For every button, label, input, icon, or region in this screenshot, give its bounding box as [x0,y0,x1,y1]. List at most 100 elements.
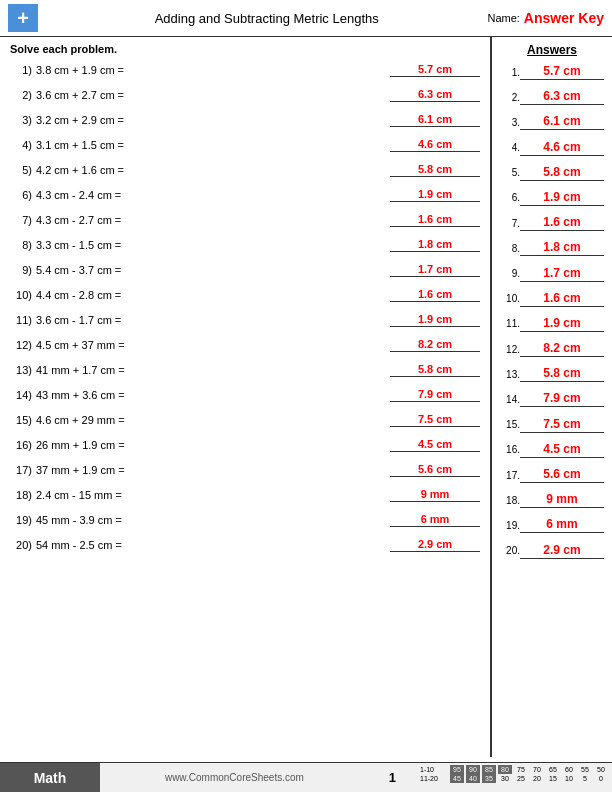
score-val-40: 40 [466,774,480,783]
answer-key-value: 5.6 cm [520,467,604,483]
answer-key-value: 4.5 cm [520,442,604,458]
problem-answer: 1.7 cm [390,263,480,277]
problem-answer: 4.5 cm [390,438,480,452]
score-val-65: 65 [546,765,560,774]
problem-text: 3.2 cm + 2.9 cm = [32,114,390,126]
name-label: Name: [487,12,519,24]
answer-key-value: 8.2 cm [520,341,604,357]
problem-text: 37 mm + 1.9 cm = [32,464,390,476]
score-val-35: 35 [482,774,496,783]
answer-key-value: 9 mm [520,492,604,508]
score-val-45: 45 [450,774,464,783]
worksheet-title: Adding and Subtracting Metric Lengths [46,11,487,26]
answer-key-row: 10.1.6 cm [500,288,604,310]
problems-section: Solve each problem. 1)3.8 cm + 1.9 cm =5… [0,37,492,757]
problem-number: 2) [10,89,32,101]
answer-key-value: 1.9 cm [520,190,604,206]
answer-key-value: 1.8 cm [520,240,604,256]
problem-row: 8)3.3 cm - 1.5 cm =1.8 cm [10,234,480,256]
answer-key-number: 4. [500,142,520,153]
problem-row: 17)37 mm + 1.9 cm =5.6 cm [10,459,480,481]
problem-row: 3)3.2 cm + 2.9 cm =6.1 cm [10,109,480,131]
problem-text: 3.1 cm + 1.5 cm = [32,139,390,151]
answer-key-row: 5.5.8 cm [500,162,604,184]
problem-number: 7) [10,214,32,226]
problem-number: 4) [10,139,32,151]
problem-answer: 6.1 cm [390,113,480,127]
answer-key-number: 7. [500,218,520,229]
answer-key-row: 17.5.6 cm [500,464,604,486]
problem-text: 4.2 cm + 1.6 cm = [32,164,390,176]
footer-page-number: 1 [369,763,416,792]
score-val-30: 30 [498,774,512,783]
answer-key-row: 15.7.5 cm [500,414,604,436]
answer-key-value: 6 mm [520,517,604,533]
problem-number: 12) [10,339,32,351]
answer-key-number: 1. [500,67,520,78]
problem-number: 17) [10,464,32,476]
problem-number: 8) [10,239,32,251]
problem-number: 9) [10,264,32,276]
score-val-50: 50 [594,765,608,774]
score-val-25: 25 [514,774,528,783]
answer-key-value: 7.9 cm [520,391,604,407]
answer-key-row: 14.7.9 cm [500,388,604,410]
answers-section-header: Answers [500,43,604,57]
problem-answer: 6 mm [390,513,480,527]
problem-text: 43 mm + 3.6 cm = [32,389,390,401]
solve-header: Solve each problem. [10,43,480,55]
problem-answer: 2.9 cm [390,538,480,552]
problem-answer: 9 mm [390,488,480,502]
answer-key-value: 1.6 cm [520,215,604,231]
problem-row: 7)4.3 cm - 2.7 cm =1.6 cm [10,209,480,231]
answer-key-number: 14. [500,394,520,405]
problem-number: 13) [10,364,32,376]
problem-number: 20) [10,539,32,551]
score-val-0: 0 [594,774,608,783]
answer-key-value: 2.9 cm [520,543,604,559]
score-val-85: 85 [482,765,496,774]
problem-row: 19)45 mm - 3.9 cm =6 mm [10,509,480,531]
answer-key-row: 4.4.6 cm [500,137,604,159]
problem-number: 18) [10,489,32,501]
problem-answer: 5.8 cm [390,363,480,377]
problem-text: 2.4 cm - 15 mm = [32,489,390,501]
answer-key-number: 15. [500,419,520,430]
answer-key-value: 4.6 cm [520,140,604,156]
problem-answer: 5.7 cm [390,63,480,77]
answer-key-value: 6.3 cm [520,89,604,105]
answer-key-number: 8. [500,243,520,254]
answer-key-number: 11. [500,318,520,329]
problem-text: 4.6 cm + 29 mm = [32,414,390,426]
answer-key-row: 20.2.9 cm [500,540,604,562]
problem-text: 3.8 cm + 1.9 cm = [32,64,390,76]
problem-answer: 1.6 cm [390,213,480,227]
problem-row: 5)4.2 cm + 1.6 cm =5.8 cm [10,159,480,181]
problem-number: 16) [10,439,32,451]
header: + Adding and Subtracting Metric Lengths … [0,0,612,37]
problem-answer: 8.2 cm [390,338,480,352]
answer-key-number: 12. [500,344,520,355]
problem-row: 1)3.8 cm + 1.9 cm =5.7 cm [10,59,480,81]
score-val-60: 60 [562,765,576,774]
problem-answer: 5.8 cm [390,163,480,177]
problem-row: 20)54 mm - 2.5 cm =2.9 cm [10,534,480,556]
footer: Math www.CommonCoreSheets.com 1 1-10 95 … [0,762,612,792]
answer-key-row: 11.1.9 cm [500,313,604,335]
problem-number: 5) [10,164,32,176]
problem-number: 1) [10,64,32,76]
footer-website: www.CommonCoreSheets.com [100,763,369,792]
problem-answer: 7.9 cm [390,388,480,402]
problem-number: 10) [10,289,32,301]
answer-key-value: 5.8 cm [520,366,604,382]
problem-row: 13)41 mm + 1.7 cm =5.8 cm [10,359,480,381]
problem-text: 4.3 cm - 2.7 cm = [32,214,390,226]
problem-answer: 5.6 cm [390,463,480,477]
answer-key-number: 6. [500,192,520,203]
answer-key-value: 1.6 cm [520,291,604,307]
problem-row: 15)4.6 cm + 29 mm =7.5 cm [10,409,480,431]
problem-row: 4)3.1 cm + 1.5 cm =4.6 cm [10,134,480,156]
answer-key-row: 6.1.9 cm [500,187,604,209]
score-row-1: 1-10 95 90 85 80 75 70 65 60 55 50 [420,765,608,774]
answer-key-number: 10. [500,293,520,304]
